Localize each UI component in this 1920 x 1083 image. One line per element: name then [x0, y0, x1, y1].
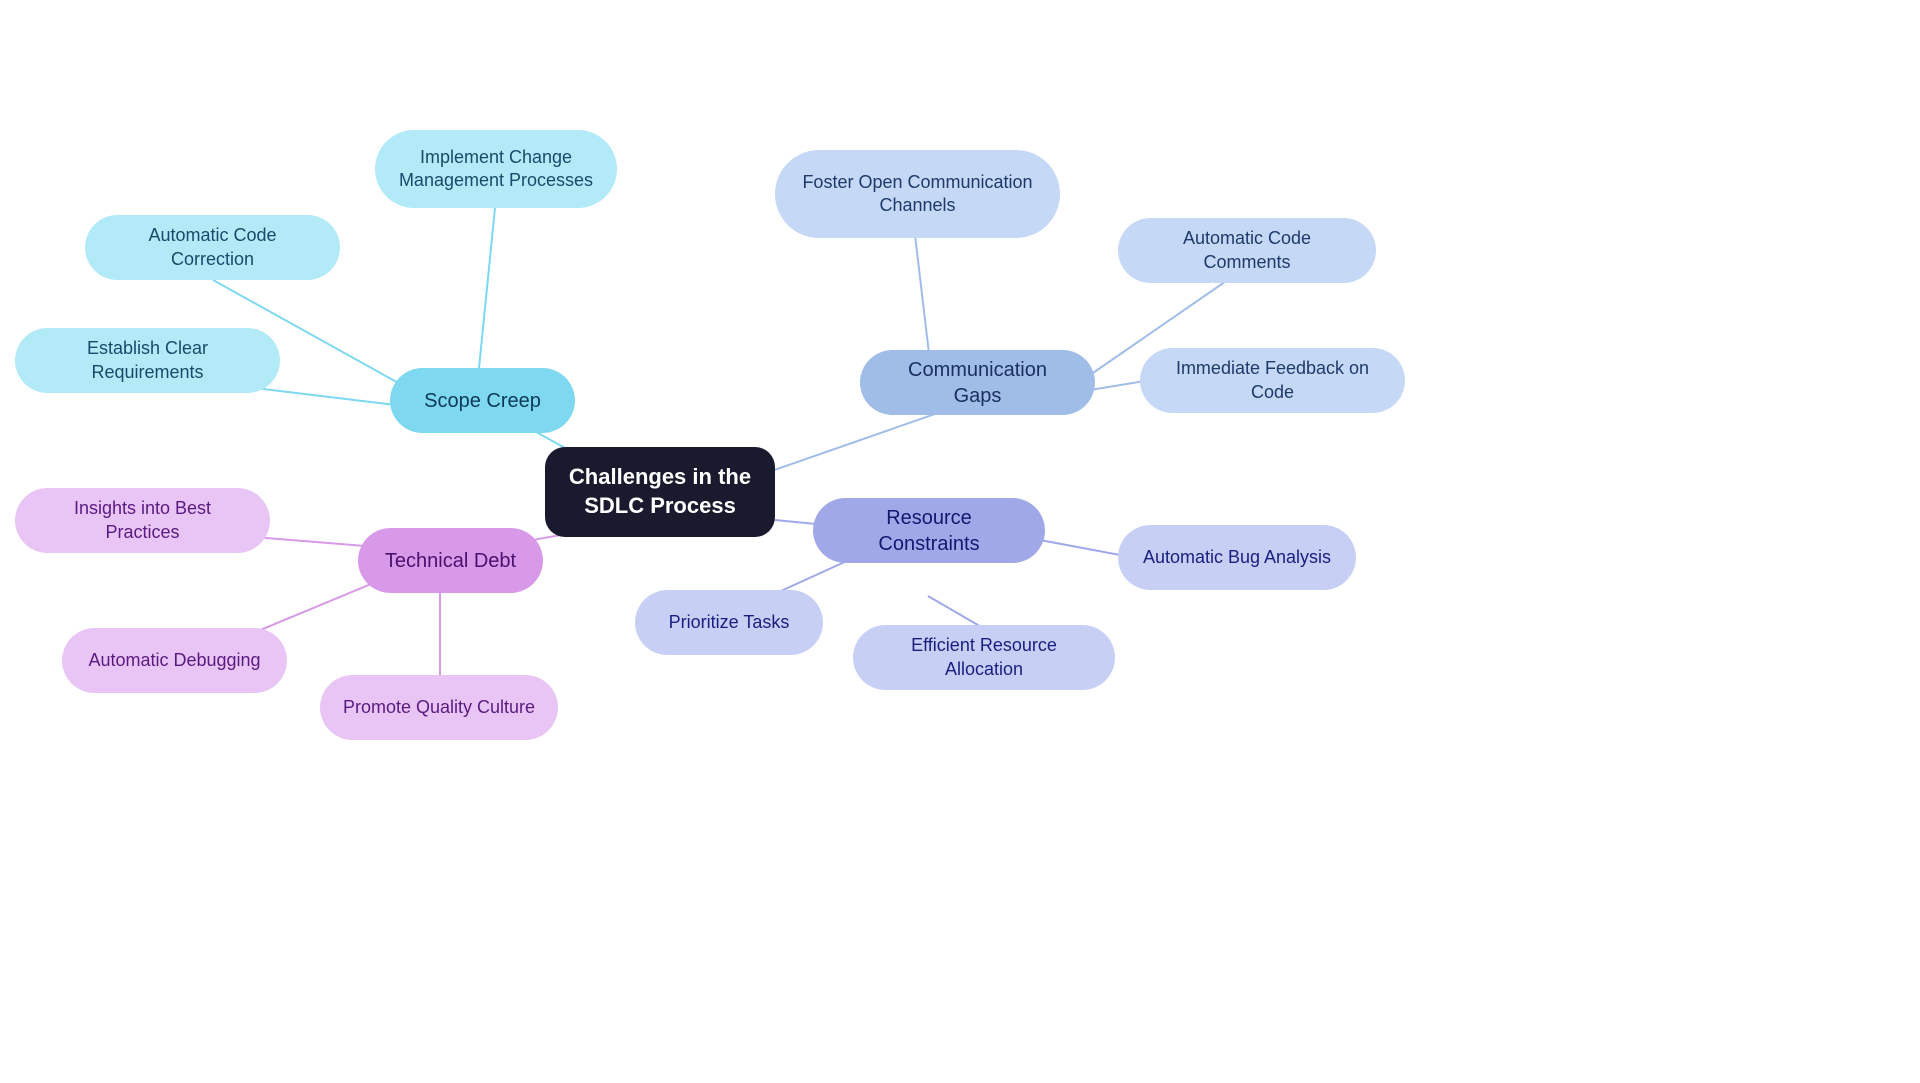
auto-code-comments-label: Automatic Code Comments [1140, 227, 1354, 274]
implement-change-label: Implement Change Management Processes [397, 146, 595, 193]
foster-open-node: Foster Open Communication Channels [775, 150, 1060, 238]
scope-creep-node: Scope Creep [390, 368, 575, 433]
technical-debt-node: Technical Debt [358, 528, 543, 593]
scope-creep-label: Scope Creep [424, 388, 541, 414]
promote-quality-label: Promote Quality Culture [343, 696, 535, 719]
immediate-feedback-node: Immediate Feedback on Code [1140, 348, 1405, 413]
auto-bug-analysis-node: Automatic Bug Analysis [1118, 525, 1356, 590]
establish-clear-node: Establish Clear Requirements [15, 328, 280, 393]
auto-bug-analysis-label: Automatic Bug Analysis [1143, 546, 1331, 569]
resource-constraints-label: Resource Constraints [835, 505, 1023, 557]
insights-best-label: Insights into Best Practices [37, 497, 248, 544]
foster-open-label: Foster Open Communication Channels [797, 171, 1038, 218]
resource-constraints-node: Resource Constraints [813, 498, 1045, 563]
auto-debugging-label: Automatic Debugging [88, 649, 260, 672]
communication-gaps-node: Communication Gaps [860, 350, 1095, 415]
auto-code-correction-node: Automatic Code Correction [85, 215, 340, 280]
auto-debugging-node: Automatic Debugging [62, 628, 287, 693]
technical-debt-label: Technical Debt [385, 548, 516, 574]
insights-best-node: Insights into Best Practices [15, 488, 270, 553]
prioritize-tasks-label: Prioritize Tasks [669, 611, 790, 634]
auto-code-comments-node: Automatic Code Comments [1118, 218, 1376, 283]
efficient-resource-label: Efficient Resource Allocation [875, 634, 1093, 681]
auto-code-correction-label: Automatic Code Correction [107, 224, 318, 271]
center-label: Challenges in the SDLC Process [567, 463, 753, 520]
promote-quality-node: Promote Quality Culture [320, 675, 558, 740]
prioritize-tasks-node: Prioritize Tasks [635, 590, 823, 655]
center-node: Challenges in the SDLC Process [545, 447, 775, 537]
communication-gaps-label: Communication Gaps [882, 357, 1073, 409]
establish-clear-label: Establish Clear Requirements [37, 337, 258, 384]
implement-change-node: Implement Change Management Processes [375, 130, 617, 208]
efficient-resource-node: Efficient Resource Allocation [853, 625, 1115, 690]
immediate-feedback-label: Immediate Feedback on Code [1162, 357, 1383, 404]
